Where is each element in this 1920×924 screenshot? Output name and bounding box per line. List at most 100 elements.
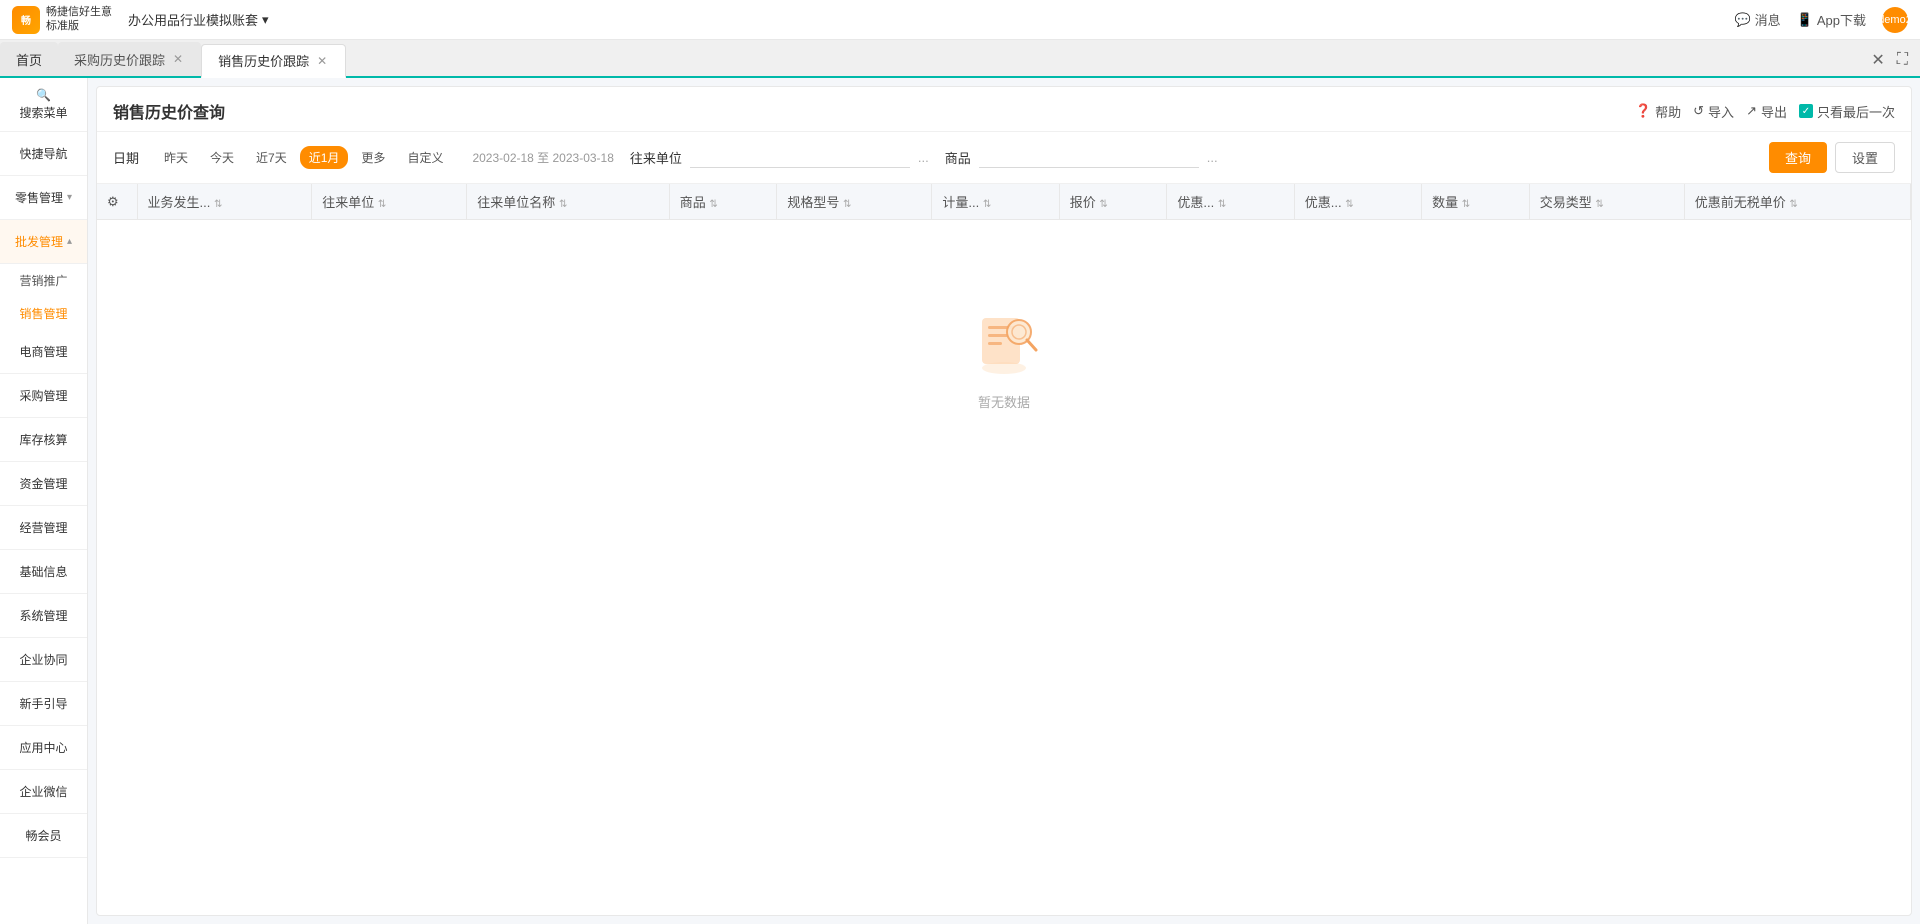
sidebar-item-vip[interactable]: 畅会员 [0,814,87,858]
col-product[interactable]: 商品 ⇅ [669,184,777,220]
tab-purchase-history-close[interactable]: ✕ [171,52,185,66]
col-trade-type[interactable]: 交易类型 ⇅ [1529,184,1684,220]
date-btn-more[interactable]: 更多 [352,146,394,169]
page-container: 销售历史价查询 ❓ 帮助 ↺ 导入 ↗ 导出 ✓ [96,86,1912,916]
date-btn-last1month[interactable]: 近1月 [300,146,349,169]
counterparty-picker-button[interactable]: ... [918,150,929,165]
sort-icon: ⇅ [709,199,717,210]
filter-actions: 查询 设置 [1769,142,1895,173]
sort-icon: ⇅ [214,199,222,210]
chevron-down-icon: ▾ [67,192,72,203]
date-filter-label: 日期 [113,148,139,167]
chevron-down-icon: ▾ [262,12,269,28]
empty-icon [964,300,1044,380]
counterparty-filter-group: 往来单位 ... [630,148,929,168]
export-button[interactable]: ↗ 导出 [1746,102,1787,121]
sidebar-item-sales-mgmt[interactable]: 销售管理 [0,297,87,330]
sidebar-item-inventory[interactable]: 库存核算 [0,418,87,462]
main-layout: 🔍 搜索菜单 快捷导航 零售管理 ▾ 批发管理 ▴ 营销推广 销售管理 电商管理… [0,78,1920,924]
sidebar-item-wechat[interactable]: 企业微信 [0,770,87,814]
col-counterparty-name[interactable]: 往来单位名称 ⇅ [467,184,669,220]
sidebar-item-app-center[interactable]: 应用中心 [0,726,87,770]
sidebar-item-ecommerce[interactable]: 电商管理 [0,330,87,374]
sidebar-item-marketing[interactable]: 营销推广 [0,264,87,297]
counterparty-input[interactable] [690,148,910,168]
col-discount1[interactable]: 优惠... ⇅ [1167,184,1294,220]
message-icon: 💬 [1734,12,1750,28]
tab-purchase-history[interactable]: 采购历史价跟踪 ✕ [58,42,201,76]
col-quantity[interactable]: 数量 ⇅ [1422,184,1530,220]
avatar: demo2 [1882,7,1908,33]
help-button[interactable]: ❓ 帮助 [1635,102,1681,121]
table-container: ⚙ 业务发生... ⇅ 往来单位 ⇅ 往来单位名称 [97,184,1911,915]
top-bar: 畅 畅捷信好生意 标准版 办公用品行业模拟账套 ▾ 💬 消息 📱 App下载 d… [0,0,1920,40]
logo-area: 畅 畅捷信好生意 标准版 [12,6,112,34]
product-input[interactable] [979,148,1199,168]
date-btn-custom[interactable]: 自定义 [398,146,452,169]
message-button[interactable]: 💬 消息 [1734,10,1780,29]
counterparty-label: 往来单位 [630,148,682,167]
tab-sales-history[interactable]: 销售历史价跟踪 ✕ [201,44,346,78]
top-bar-right: 💬 消息 📱 App下载 demo2 [1734,7,1908,33]
date-buttons: 昨天 今天 近7天 近1月 更多 自定义 [155,146,452,169]
col-unit[interactable]: 计量... ⇅ [932,184,1059,220]
col-spec[interactable]: 规格型号 ⇅ [777,184,932,220]
sidebar-item-operations[interactable]: 经营管理 [0,506,87,550]
sidebar-item-guide[interactable]: 新手引导 [0,682,87,726]
import-button[interactable]: ↺ 导入 [1693,102,1734,121]
sidebar-item-system[interactable]: 系统管理 [0,594,87,638]
sidebar-item-purchase[interactable]: 采购管理 [0,374,87,418]
empty-text: 暂无数据 [978,392,1030,411]
tab-close-all-button[interactable]: ✕ [1867,48,1888,72]
sort-icon: ⇅ [559,199,567,210]
col-quote[interactable]: 报价 ⇅ [1059,184,1167,220]
sidebar-item-basic-info[interactable]: 基础信息 [0,550,87,594]
help-icon: ❓ [1635,103,1651,119]
date-range-text: 2023-02-18 至 2023-03-18 [472,149,613,166]
date-btn-yesterday[interactable]: 昨天 [155,146,197,169]
tab-sales-history-close[interactable]: ✕ [315,54,329,68]
empty-state: 暂无数据 [97,220,1911,491]
only-last-checkbox[interactable]: ✓ 只看最后一次 [1799,102,1895,121]
sidebar-item-quick-nav[interactable]: 快捷导航 [0,132,87,176]
sort-icon: ⇅ [1789,199,1797,210]
tab-maximize-button[interactable]: ⛶ [1893,49,1912,71]
product-label: 商品 [945,148,971,167]
settings-button[interactable]: 设置 [1835,142,1895,173]
import-icon: ↺ [1693,103,1704,119]
data-table: ⚙ 业务发生... ⇅ 往来单位 ⇅ 往来单位名称 [97,184,1911,220]
sort-icon: ⇅ [378,199,386,210]
col-settings[interactable]: ⚙ [97,184,137,220]
app-download-button[interactable]: 📱 App下载 [1797,10,1866,29]
tabs-right: ✕ ⛶ [1859,48,1920,76]
sort-icon: ⇅ [1345,199,1353,210]
date-btn-today[interactable]: 今天 [201,146,243,169]
sidebar-item-search[interactable]: 🔍 搜索菜单 [0,78,87,132]
tab-home[interactable]: 首页 [0,42,58,76]
app-selector[interactable]: 办公用品行业模拟账套 ▾ [120,6,277,33]
col-pretax-price[interactable]: 优惠前无税单价 ⇅ [1684,184,1910,220]
sidebar-item-enterprise[interactable]: 企业协同 [0,638,87,682]
settings-icon: ⚙ [107,194,119,209]
sort-icon: ⇅ [843,199,851,210]
filter-row: 日期 昨天 今天 近7天 近1月 更多 [97,132,1911,184]
col-business-date[interactable]: 业务发生... ⇅ [137,184,312,220]
col-discount2[interactable]: 优惠... ⇅ [1294,184,1421,220]
date-btn-last7days[interactable]: 近7天 [247,146,296,169]
page-title: 销售历史价查询 [113,99,225,123]
product-filter-group: 商品 ... [945,148,1218,168]
logo-icon: 畅 [12,6,40,34]
download-icon: 📱 [1797,12,1813,28]
search-icon: 🔍 [36,88,51,102]
sort-icon: ⇅ [1099,199,1107,210]
product-picker-button[interactable]: ... [1207,150,1218,165]
sidebar-item-wholesale[interactable]: 批发管理 ▴ [0,220,87,264]
col-counterparty-code[interactable]: 往来单位 ⇅ [312,184,467,220]
sidebar-item-finance[interactable]: 资金管理 [0,462,87,506]
sidebar: 🔍 搜索菜单 快捷导航 零售管理 ▾ 批发管理 ▴ 营销推广 销售管理 电商管理… [0,78,88,924]
sidebar-item-retail[interactable]: 零售管理 ▾ [0,176,87,220]
user-menu[interactable]: demo2 [1882,7,1908,33]
page-header: 销售历史价查询 ❓ 帮助 ↺ 导入 ↗ 导出 ✓ [97,87,1911,132]
query-button[interactable]: 查询 [1769,142,1827,173]
checkbox-icon: ✓ [1799,104,1813,118]
